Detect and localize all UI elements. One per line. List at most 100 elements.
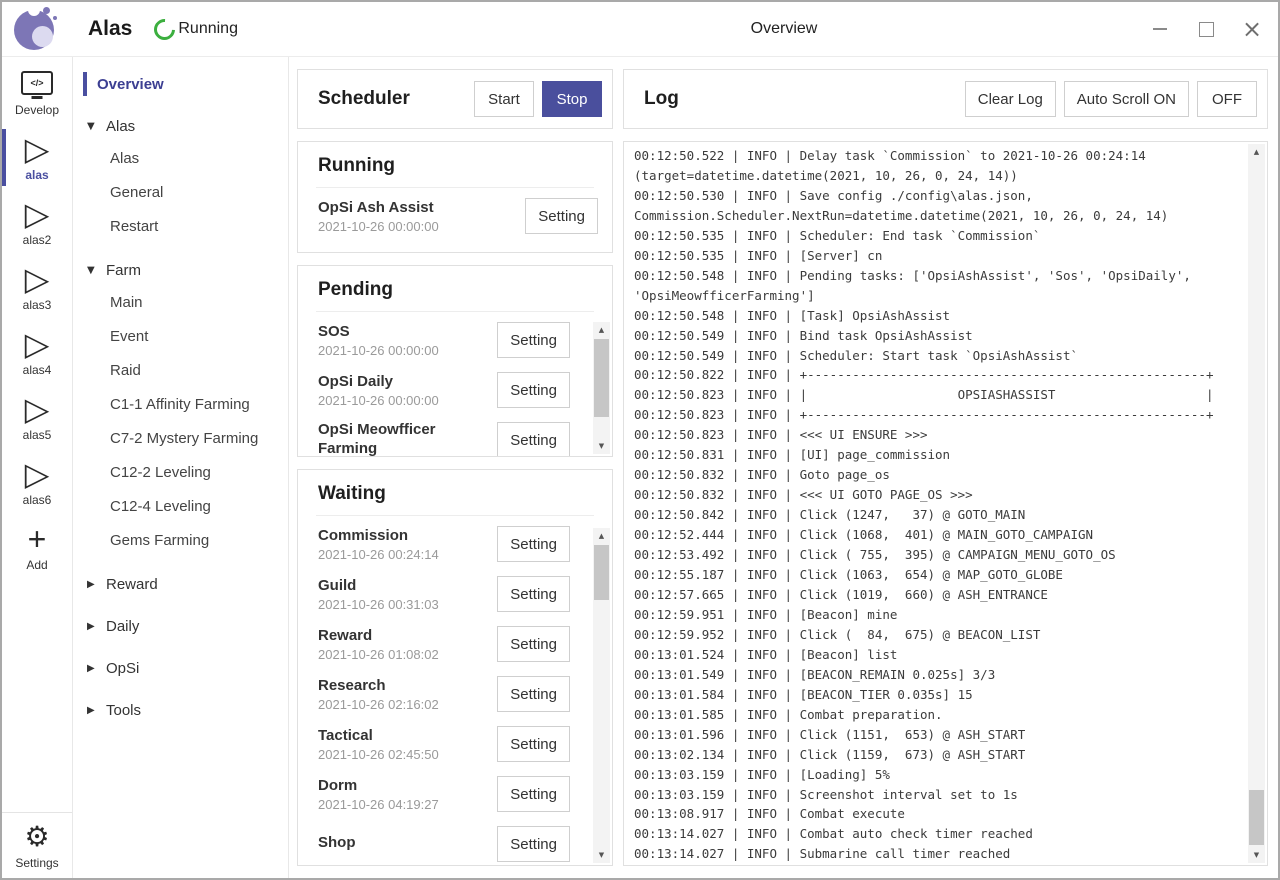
play-icon <box>25 458 50 490</box>
task-setting-button[interactable]: Setting <box>497 626 570 662</box>
task-name: Tactical <box>318 726 439 746</box>
nav-item[interactable]: ▶ Daily <box>73 611 288 641</box>
task-setting-button[interactable]: Setting <box>497 676 570 712</box>
stop-button[interactable]: Stop <box>542 81 602 117</box>
nav-item[interactable]: ▼ Farm <box>73 255 288 285</box>
nav-item[interactable]: C12-2 Leveling <box>73 455 288 489</box>
scroll-up-icon[interactable]: ▲ <box>1248 144 1265 160</box>
nav-item[interactable]: C7-2 Mystery Farming <box>73 421 288 455</box>
log-lines: 00:12:50.522 | INFO | Delay task `Commis… <box>624 142 1267 864</box>
scheduler-panel: Scheduler Start Stop <box>297 69 613 129</box>
rail-item-label: alas2 <box>23 233 52 247</box>
task-setting-button[interactable]: Setting <box>497 322 570 358</box>
log-header-panel: Log Clear Log Auto Scroll ON OFF <box>623 69 1268 129</box>
log-output: 00:12:50.522 | INFO | Delay task `Commis… <box>623 141 1268 866</box>
task-name: Research <box>318 676 439 696</box>
nav-item[interactable]: Gems Farming <box>73 523 288 557</box>
rail-item[interactable]: alas3 <box>2 255 72 320</box>
task-next-run-time: 2021-10-26 01:08:02 <box>318 647 439 662</box>
log-line: 00:12:50.823 | INFO | | OPSIASHASSIST | <box>634 385 1241 405</box>
task-row: Commission 2021-10-26 00:24:14 Setting <box>298 520 612 570</box>
scroll-up-icon[interactable]: ▲ <box>593 322 610 338</box>
close-button[interactable]: × <box>1236 13 1268 45</box>
nav-item[interactable]: ▶ Reward <box>73 569 288 599</box>
nav-item-label: Raid <box>110 362 141 379</box>
scroll-up-icon[interactable]: ▲ <box>593 528 610 544</box>
rail-item[interactable]: alas4 <box>2 320 72 385</box>
rail-item-label: alas3 <box>23 298 52 312</box>
log-line: 00:12:50.822 | INFO | +-----------------… <box>634 365 1241 385</box>
log-line: 00:12:50.823 | INFO | +-----------------… <box>634 405 1241 425</box>
nav-item[interactable]: Alas <box>73 141 288 175</box>
window-controls: × <box>1144 2 1268 56</box>
nav-item-overview[interactable]: Overview <box>73 69 288 99</box>
log-line: 00:12:52.444 | INFO | Click (1068, 401) … <box>634 525 1241 545</box>
start-button[interactable]: Start <box>474 81 534 117</box>
instance-rail: Develop alas alas2 alas3 <box>2 57 73 878</box>
gear-icon <box>24 821 49 853</box>
scrollbar-thumb[interactable] <box>1249 790 1264 845</box>
task-row: OpSi Meowfficer Farming Setting <box>298 416 612 457</box>
rail-item[interactable]: alas <box>2 125 72 190</box>
nav-item[interactable]: ▼ Alas <box>73 111 288 141</box>
running-panel: Running OpSi Ash Assist 2021-10-26 00:00… <box>297 141 613 253</box>
task-setting-button[interactable]: Setting <box>497 776 570 812</box>
scroll-down-icon[interactable]: ▼ <box>593 847 610 863</box>
rail-item[interactable]: alas6 <box>2 450 72 515</box>
task-name: OpSi Daily <box>318 372 439 392</box>
waiting-title: Waiting <box>316 470 594 516</box>
rail-item[interactable]: alas2 <box>2 190 72 255</box>
nav-item[interactable]: C12-4 Leveling <box>73 489 288 523</box>
rail-item-label: alas4 <box>23 363 52 377</box>
nav-item[interactable]: General <box>73 175 288 209</box>
nav-item[interactable]: ▶ Tools <box>73 695 288 725</box>
waiting-scrollbar[interactable]: ▲ ▼ <box>593 528 610 863</box>
auto-scroll-off-button[interactable]: OFF <box>1197 81 1257 117</box>
rail-item-label: alas5 <box>23 428 52 442</box>
play-icon <box>25 133 50 165</box>
log-line: 00:13:08.917 | INFO | Combat execute <box>634 804 1241 824</box>
rail-item[interactable]: Develop <box>2 63 72 125</box>
settings-button[interactable]: Settings <box>2 812 72 878</box>
nav-item[interactable]: C1-1 Affinity Farming <box>73 387 288 421</box>
log-line: 00:12:50.832 | INFO | Goto page_os <box>634 465 1241 485</box>
log-line: 00:13:01.549 | INFO | [BEACON_REMAIN 0.0… <box>634 665 1241 685</box>
task-setting-button[interactable]: Setting <box>497 526 570 562</box>
nav-item[interactable]: Event <box>73 319 288 353</box>
auto-scroll-on-button[interactable]: Auto Scroll ON <box>1064 81 1189 117</box>
nav-item-label: Alas <box>106 118 135 135</box>
play-icon <box>25 328 50 360</box>
nav-item[interactable]: Raid <box>73 353 288 387</box>
pending-scrollbar[interactable]: ▲ ▼ <box>593 322 610 454</box>
task-setting-button[interactable]: Setting <box>497 826 570 862</box>
task-setting-button[interactable]: Setting <box>525 198 598 234</box>
log-line: 00:12:50.530 | INFO | Save config ./conf… <box>634 186 1241 206</box>
maximize-button[interactable] <box>1190 13 1222 45</box>
rail-item[interactable]: Add <box>2 515 72 580</box>
log-scrollbar[interactable]: ▲ ▼ <box>1248 144 1265 863</box>
nav-item-label: C7-2 Mystery Farming <box>110 430 258 447</box>
scrollbar-thumb[interactable] <box>594 339 609 417</box>
task-setting-button[interactable]: Setting <box>497 422 570 457</box>
task-setting-button[interactable]: Setting <box>497 372 570 408</box>
nav-item[interactable]: ▶ OpSi <box>73 653 288 683</box>
task-row: OpSi Daily 2021-10-26 00:00:00 Setting <box>298 366 612 416</box>
task-setting-button[interactable]: Setting <box>497 726 570 762</box>
log-line: 00:12:50.549 | INFO | Bind task OpsiAshA… <box>634 326 1241 346</box>
task-next-run-time: 2021-10-26 00:24:14 <box>318 547 439 562</box>
log-line: 00:13:14.027 | INFO | Combat auto check … <box>634 824 1241 844</box>
scrollbar-thumb[interactable] <box>594 545 609 600</box>
minimize-button[interactable] <box>1144 13 1176 45</box>
rail-item[interactable]: alas5 <box>2 385 72 450</box>
nav-item[interactable]: Restart <box>73 209 288 243</box>
log-line: 00:12:53.492 | INFO | Click ( 755, 395) … <box>634 545 1241 565</box>
play-icon <box>25 198 50 230</box>
task-next-run-time: 2021-10-26 04:19:27 <box>318 797 439 812</box>
scroll-down-icon[interactable]: ▼ <box>593 438 610 454</box>
scroll-down-icon[interactable]: ▼ <box>1248 847 1265 863</box>
nav-item[interactable]: Main <box>73 285 288 319</box>
nav-expand-icon: ▶ <box>87 579 98 590</box>
task-setting-button[interactable]: Setting <box>497 576 570 612</box>
pending-title: Pending <box>316 266 594 312</box>
clear-log-button[interactable]: Clear Log <box>965 81 1056 117</box>
